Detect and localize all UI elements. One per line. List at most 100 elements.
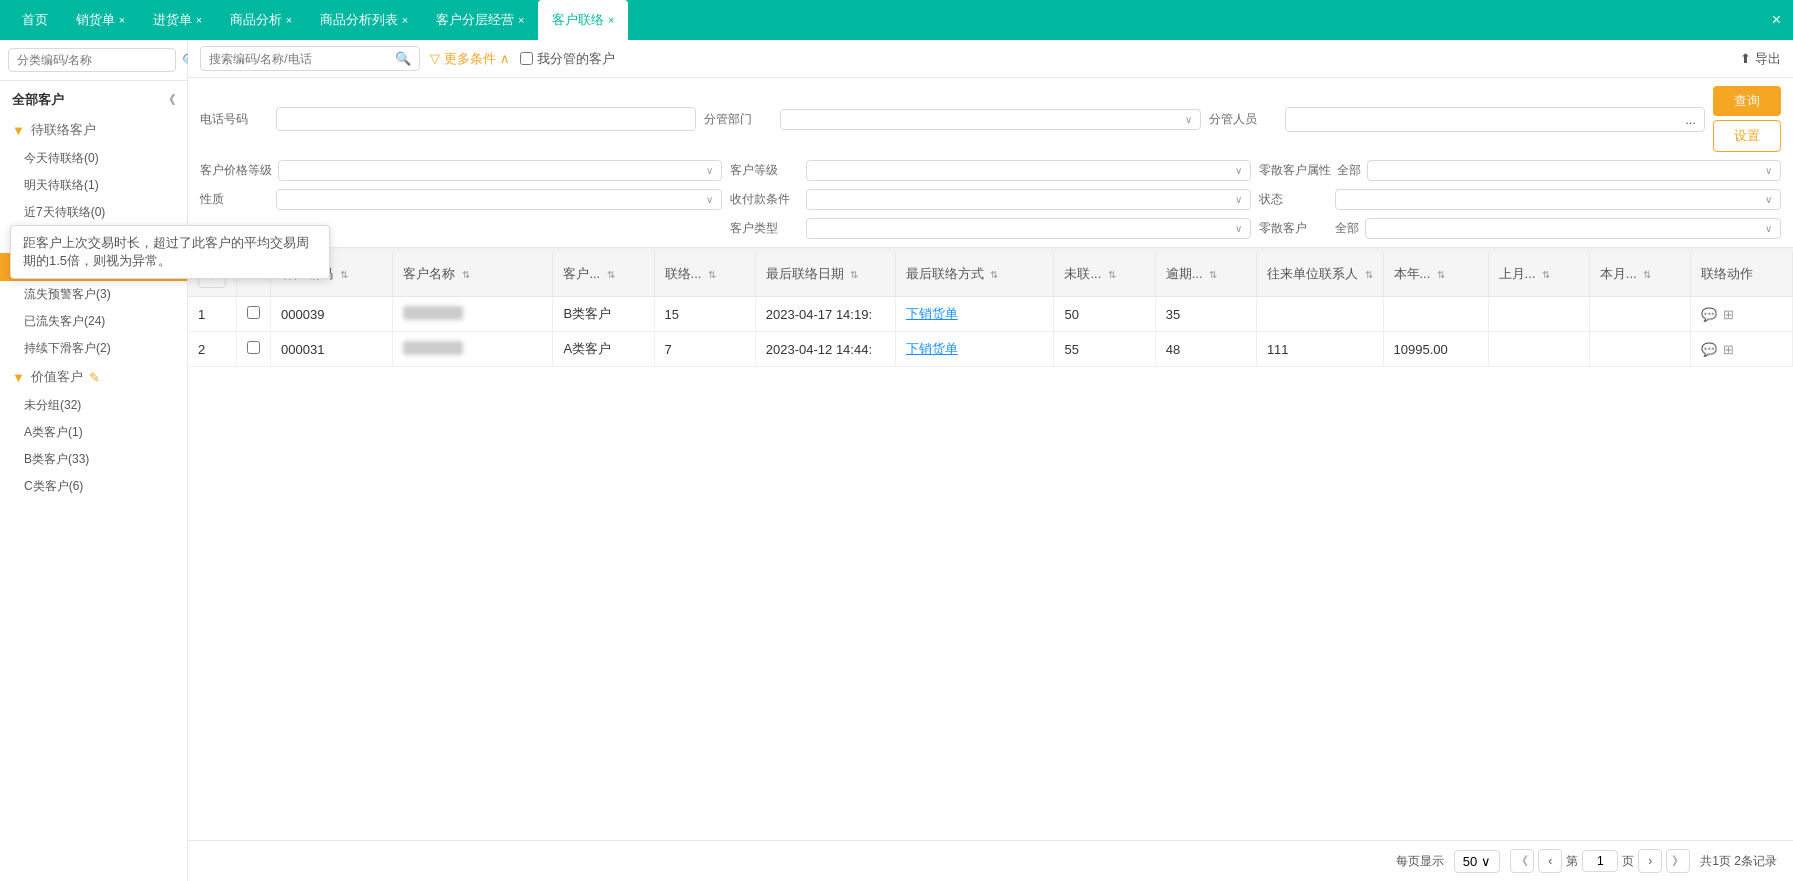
sidebar-item-tomorrow[interactable]: 明天待联络(1) <box>0 172 187 199</box>
filter-cell-nature: 性质 ∨ <box>200 189 722 210</box>
sidebar-item-a-class[interactable]: A类客户(1) <box>0 419 187 446</box>
retail-attr-label: 零散客户属性 <box>1259 162 1331 179</box>
sort-icon-contact[interactable]: ⇅ <box>708 269 716 280</box>
sort-icon-this-month[interactable]: ⇅ <box>1643 269 1651 280</box>
sort-icon-code[interactable]: ⇅ <box>340 269 348 280</box>
per-page-label: 每页显示 <box>1396 853 1444 870</box>
sidebar-item-c-class[interactable]: C类客户(6) <box>0 473 187 500</box>
row2-overdue: 48 <box>1155 332 1256 367</box>
nav-product-analysis-list[interactable]: 商品分析列表 × <box>306 0 422 40</box>
sidebar-all-customers[interactable]: 全部客户 《 <box>0 85 187 115</box>
nature-select[interactable]: ∨ <box>276 189 722 210</box>
row1-last-method[interactable]: 下销货单 <box>895 297 1054 332</box>
sort-icon-last-method[interactable]: ⇅ <box>990 269 998 280</box>
sort-icon-level[interactable]: ⇅ <box>607 269 615 280</box>
th-contact: 联络... ⇅ <box>654 252 755 297</box>
prev-page-button[interactable]: ‹ <box>1538 849 1562 873</box>
nav-home[interactable]: 首页 <box>8 0 62 40</box>
row1-last-date: 2023-04-17 14:19: <box>755 297 895 332</box>
nav-purchase-order[interactable]: 进货单 × <box>139 0 216 40</box>
dept-select[interactable]: ∨ <box>780 109 1200 130</box>
filter-row-3: 性质 ∨ 收付款条件 ∨ 状态 <box>200 189 1781 210</box>
page-suffix: 页 <box>1622 853 1634 870</box>
row2-last-method[interactable]: 下销货单 <box>895 332 1054 367</box>
phone-input[interactable] <box>276 107 696 131</box>
more-conditions-btn[interactable]: ▽ 更多条件 ∧ <box>430 50 510 68</box>
tooltip-box: 距客户上次交易时长，超过了此客户的平均交易周期的1.5倍，则视为异常。 <box>188 225 330 279</box>
sort-icon-last-month[interactable]: ⇅ <box>1542 269 1550 280</box>
row2-chat-icon[interactable]: 💬 <box>1701 342 1717 357</box>
retail-attr-select[interactable]: ∨ <box>1367 160 1781 181</box>
filter-panel: 电话号码 分管部门 ∨ 分管人员 ... <box>188 78 1793 248</box>
row2-checkbox-cell[interactable] <box>237 332 271 367</box>
payment-select[interactable]: ∨ <box>806 189 1252 210</box>
person-select[interactable]: ... <box>1285 107 1705 132</box>
value-section-edit-icon[interactable]: ✎ <box>89 370 100 385</box>
collapse-icon: 《 <box>163 92 175 109</box>
row2-contact: 7 <box>654 332 755 367</box>
main-search-input[interactable] <box>209 52 395 66</box>
sidebar-item-churn-warning[interactable]: 流失预警客户(3) <box>0 281 187 308</box>
top-filter-bar: 🔍 ▽ 更多条件 ∧ 我分管的客户 ⬆ 导出 <box>188 40 1793 78</box>
sidebar-item-today[interactable]: 今天待联络(0) <box>0 145 187 172</box>
sidebar-item-7days[interactable]: 近7天待联络(0) <box>0 199 187 226</box>
row2-name-blurred <box>403 341 463 355</box>
th-action: 联络动作 <box>1690 252 1792 297</box>
sort-icon-last-date[interactable]: ⇅ <box>850 269 858 280</box>
sidebar-item-b-class[interactable]: B类客户(33) <box>0 446 187 473</box>
sidebar-pending-section[interactable]: ▼ 待联络客户 <box>0 115 187 145</box>
row1-chat-icon[interactable]: 💬 <box>1701 307 1717 322</box>
row1-method-link[interactable]: 下销货单 <box>906 306 958 321</box>
status-select[interactable]: ∨ <box>1335 189 1781 210</box>
row2-grid-icon[interactable]: ⊞ <box>1723 342 1734 357</box>
export-button[interactable]: ⬆ 导出 <box>1740 50 1781 68</box>
nav-sales-order[interactable]: 销货单 × <box>62 0 139 40</box>
page-number-input[interactable] <box>1582 850 1618 872</box>
customer-type-select[interactable]: ∨ <box>806 218 1252 239</box>
nav-customer-contact[interactable]: 客户联络 × <box>538 0 628 40</box>
th-last-month: 上月... ⇅ <box>1488 252 1589 297</box>
row1-name-blurred <box>403 306 463 320</box>
query-button[interactable]: 查询 <box>1713 86 1781 116</box>
main-search-box[interactable]: 🔍 <box>200 46 420 71</box>
pagination-bar: 每页显示 50 ∨ 《 ‹ 第 页 › 》 共1页 2条记录 <box>188 840 1793 881</box>
retail-attr-inline: 全部 <box>1337 162 1361 179</box>
main-search-icon[interactable]: 🔍 <box>395 51 411 66</box>
settings-button[interactable]: 设置 <box>1713 120 1781 152</box>
row1-grid-icon[interactable]: ⊞ <box>1723 307 1734 322</box>
main-layout: 🔍 全部客户 《 ▼ 待联络客户 今天待联络(0) 明天待联络(1) 近7天待联… <box>0 40 1793 881</box>
per-page-select[interactable]: 50 ∨ <box>1454 850 1500 873</box>
customer-level-select[interactable]: ∨ <box>806 160 1252 181</box>
row2-checkbox[interactable] <box>247 341 260 354</box>
row1-unit-contacts <box>1256 297 1383 332</box>
filter-cell-phone: 电话号码 <box>200 107 696 131</box>
sort-icon-name[interactable]: ⇅ <box>462 269 470 280</box>
next-page-button[interactable]: › <box>1638 849 1662 873</box>
row1-checkbox-cell[interactable] <box>237 297 271 332</box>
last-page-button[interactable]: 》 <box>1666 849 1690 873</box>
row2-method-link[interactable]: 下销货单 <box>906 341 958 356</box>
sort-icon-overdue[interactable]: ⇅ <box>1209 269 1217 280</box>
sidebar-search-input[interactable] <box>8 48 176 72</box>
sidebar-item-declining[interactable]: 持续下滑客户(2) <box>0 335 187 362</box>
sort-icon-not-contact[interactable]: ⇅ <box>1108 269 1116 280</box>
sidebar-item-churned[interactable]: 已流失客户(24) <box>0 308 187 335</box>
dept-label: 分管部门 <box>704 111 774 128</box>
sort-icon-unit[interactable]: ⇅ <box>1365 269 1373 280</box>
sidebar-item-ungroup[interactable]: 未分组(32) <box>0 392 187 419</box>
nav-product-analysis[interactable]: 商品分析 × <box>216 0 306 40</box>
my-customer-checkbox[interactable] <box>520 52 533 65</box>
first-page-button[interactable]: 《 <box>1510 849 1534 873</box>
nav-customer-stratify[interactable]: 客户分层经营 × <box>422 0 538 40</box>
window-close-button[interactable]: × <box>1772 11 1781 29</box>
status-label: 状态 <box>1259 191 1329 208</box>
sidebar-value-section[interactable]: ▼ 价值客户 ✎ <box>0 362 187 392</box>
th-this-year: 本年... ⇅ <box>1383 252 1488 297</box>
nature-label: 性质 <box>200 191 270 208</box>
filter-cell-customer-type: 客户类型 ∨ <box>730 218 1252 239</box>
row1-checkbox[interactable] <box>247 306 260 319</box>
retail-customer-select[interactable]: ∨ <box>1365 218 1781 239</box>
row2-this-year: 10995.00 <box>1383 332 1488 367</box>
sort-icon-this-year[interactable]: ⇅ <box>1437 269 1445 280</box>
price-level-select[interactable]: ∨ <box>278 160 722 181</box>
